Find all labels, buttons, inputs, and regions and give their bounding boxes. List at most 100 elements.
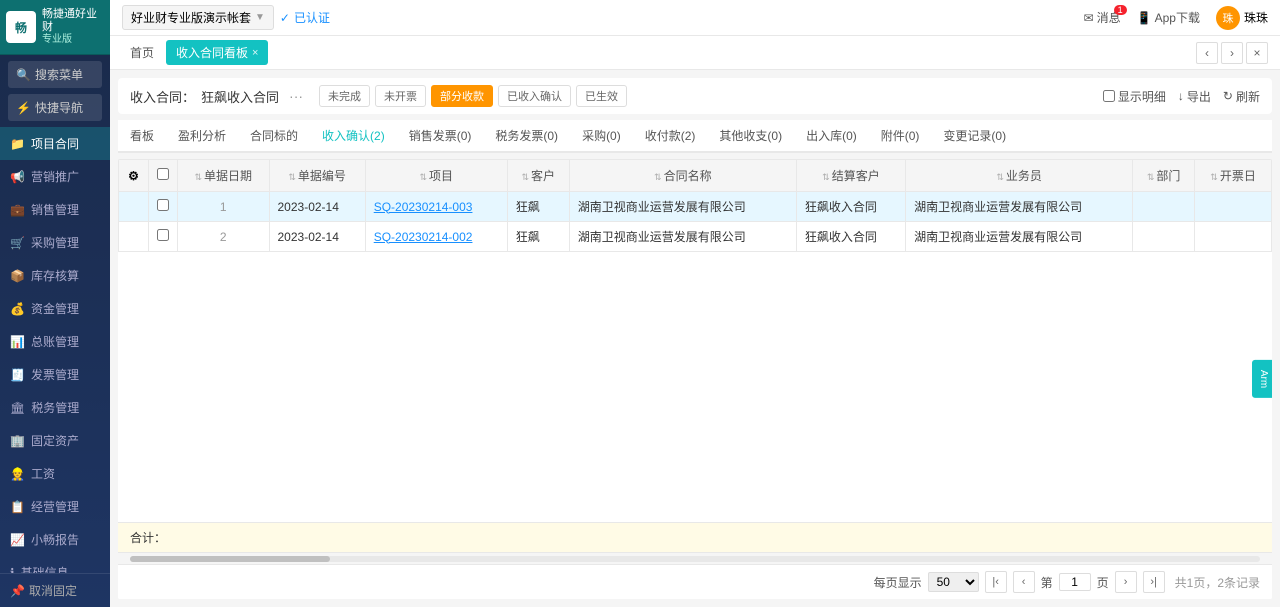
tab-attachment[interactable]: 附件(0) — [869, 120, 932, 153]
message-button[interactable]: ✉ 消息 1 — [1084, 9, 1121, 26]
row-1-code-link[interactable]: SQ-20230214-003 — [374, 200, 473, 214]
project-sort-icon: ⇅ — [419, 172, 427, 182]
sidebar-bottom[interactable]: 📌 取消固定 — [0, 573, 110, 607]
page-input[interactable] — [1059, 573, 1091, 591]
contract-more-button[interactable]: ··· — [285, 88, 307, 104]
contract-actions-group: 显示明细 ↓ 导出 ↻ 刷新 — [1103, 88, 1260, 105]
row-1-checkbox[interactable] — [149, 192, 178, 222]
col-customer-header[interactable]: ⇅客户 — [507, 160, 569, 192]
status-btn-uninvoiced[interactable]: 未开票 — [375, 85, 426, 107]
home-tab[interactable]: 首页 — [122, 38, 162, 67]
row-1-code[interactable]: SQ-20230214-003 — [365, 192, 507, 222]
col-project-header[interactable]: ⇅项目 — [365, 160, 507, 192]
sidebar-item-project[interactable]: 📁 项目合同 — [0, 127, 110, 160]
sidebar-item-report[interactable]: 📈 小畅报告 — [0, 523, 110, 556]
sidebar-item-label: 基础信息 — [21, 564, 69, 573]
sidebar-search[interactable]: 🔍 搜索菜单 — [0, 55, 110, 94]
search-menu-button[interactable]: 🔍 搜索菜单 — [8, 61, 102, 88]
page-prev-button[interactable]: ‹ — [1013, 571, 1035, 593]
status-btn-incomplete[interactable]: 未完成 — [319, 85, 370, 107]
row-1-settings — [119, 192, 149, 222]
invoice-icon: 🧾 — [10, 368, 25, 382]
sidebar-item-mgmt[interactable]: 📋 经营管理 — [0, 490, 110, 523]
page-next-button[interactable]: › — [1115, 571, 1137, 593]
tab-label: 收入合同看板 — [176, 44, 248, 61]
col-invoice-date-header[interactable]: ⇅开票日 — [1195, 160, 1272, 192]
row-2-select[interactable] — [157, 229, 169, 241]
row-2-checkbox[interactable] — [149, 222, 178, 252]
tab-revenue-confirm[interactable]: 收入确认(2) — [310, 120, 397, 153]
export-button[interactable]: ↓ 导出 — [1178, 88, 1211, 105]
sidebar-item-marketing[interactable]: 📢 营销推广 — [0, 160, 110, 193]
float-right-button[interactable]: Arm — [1252, 360, 1272, 398]
sidebar-item-label: 发票管理 — [31, 366, 79, 383]
horizontal-scrollbar[interactable] — [118, 552, 1272, 564]
active-tab[interactable]: 收入合同看板 × — [166, 40, 268, 65]
tab-payment[interactable]: 收付款(2) — [633, 120, 708, 153]
status-btn-confirmed[interactable]: 已收入确认 — [498, 85, 571, 107]
sidebar-item-funds[interactable]: 💰 资金管理 — [0, 292, 110, 325]
col-settle-header[interactable]: ⇅结算客户 — [796, 160, 905, 192]
status-btn-effective[interactable]: 已生效 — [576, 85, 627, 107]
sidebar-item-label: 小畅报告 — [31, 531, 79, 548]
row-2-code-link[interactable]: SQ-20230214-002 — [374, 230, 473, 244]
sidebar-item-base[interactable]: ℹ 基础信息 — [0, 556, 110, 573]
col-dept-header[interactable]: ⇅部门 — [1133, 160, 1195, 192]
company-selector[interactable]: 好业财专业版演示帐套 ▼ — [122, 5, 274, 30]
show-detail-checkbox[interactable] — [1103, 90, 1115, 102]
logo-icon: 畅 — [6, 11, 36, 43]
tab-next-button[interactable]: › — [1221, 42, 1243, 64]
tab-tax-invoice[interactable]: 税务发票(0) — [483, 120, 570, 153]
page-last-button[interactable]: ›| — [1143, 571, 1165, 593]
show-detail-checkbox-label[interactable]: 显示明细 — [1103, 88, 1166, 105]
sidebar-item-salary[interactable]: 👷 工资 — [0, 457, 110, 490]
app-download-button[interactable]: 📱 App下载 — [1137, 9, 1200, 26]
dept-sort-icon: ⇅ — [1147, 172, 1155, 182]
scrollbar-track[interactable] — [130, 556, 1260, 562]
tab-prev-button[interactable]: ‹ — [1196, 42, 1218, 64]
col-checkbox[interactable] — [149, 160, 178, 192]
user-avatar-area[interactable]: 珠 珠珠 — [1216, 6, 1268, 30]
col-settings[interactable]: ⚙ — [119, 160, 149, 192]
col-salesman-header[interactable]: ⇅业务员 — [906, 160, 1133, 192]
col-code-header[interactable]: ⇅单据编号 — [269, 160, 365, 192]
row-1-salesman — [1133, 192, 1195, 222]
date-sort-icon: ⇅ — [194, 172, 202, 182]
tab-close-all-button[interactable]: × — [1246, 42, 1268, 64]
sidebar-item-inventory[interactable]: 📦 库存核算 — [0, 259, 110, 292]
scrollbar-thumb[interactable] — [130, 556, 330, 562]
tab-profit[interactable]: 盈利分析 — [166, 120, 238, 153]
sidebar-quicknav[interactable]: ⚡ 快捷导航 — [0, 94, 110, 127]
tab-subject[interactable]: 合同标的 — [238, 120, 310, 153]
tab-purchase[interactable]: 采购(0) — [570, 120, 633, 153]
table-wrapper: ⚙ ⇅单据日期 ⇅单据编号 ⇅ — [118, 159, 1272, 599]
col-contract-header[interactable]: ⇅合同名称 — [569, 160, 796, 192]
sidebar-item-assets[interactable]: 🏢 固定资产 — [0, 424, 110, 457]
code-sort-icon: ⇅ — [288, 172, 296, 182]
sidebar-item-sales[interactable]: 💼 销售管理 — [0, 193, 110, 226]
quicknav-button[interactable]: ⚡ 快捷导航 — [8, 94, 102, 121]
row-2-code[interactable]: SQ-20230214-002 — [365, 222, 507, 252]
tab-sales-invoice[interactable]: 销售发票(0) — [397, 120, 484, 153]
tab-change-log[interactable]: 变更记录(0) — [931, 120, 1018, 153]
status-btn-partial[interactable]: 部分收款 — [431, 85, 493, 107]
tab-close-icon[interactable]: × — [252, 47, 258, 59]
per-page-select[interactable]: 20 50 100 — [928, 572, 979, 592]
sidebar-item-tax[interactable]: 🏛 税务管理 — [0, 391, 110, 424]
tab-warehouse[interactable]: 出入库(0) — [794, 120, 869, 153]
settings-icon[interactable]: ⚙ — [128, 169, 139, 183]
main-content: 好业财专业版演示帐套 ▼ ✓ 已认证 ✉ 消息 1 📱 App下载 珠 珠珠 首… — [110, 0, 1280, 607]
sidebar-item-ledger[interactable]: 📊 总账管理 — [0, 325, 110, 358]
select-all-checkbox[interactable] — [157, 168, 169, 180]
col-date-header[interactable]: ⇅单据日期 — [178, 160, 270, 192]
avatar: 珠 — [1216, 6, 1240, 30]
row-1-customer: 湖南卫视商业运营发展有限公司 — [569, 192, 796, 222]
page-first-button[interactable]: |‹ — [985, 571, 1007, 593]
sidebar-item-purchase[interactable]: 🛒 采购管理 — [0, 226, 110, 259]
sidebar-item-invoice[interactable]: 🧾 发票管理 — [0, 358, 110, 391]
refresh-button[interactable]: ↻ 刷新 — [1223, 88, 1260, 105]
row-1-select[interactable] — [157, 199, 169, 211]
logo-brand: 畅捷通好业财 — [42, 8, 104, 34]
tab-other-income[interactable]: 其他收支(0) — [707, 120, 794, 153]
tab-kanban[interactable]: 看板 — [118, 120, 166, 153]
